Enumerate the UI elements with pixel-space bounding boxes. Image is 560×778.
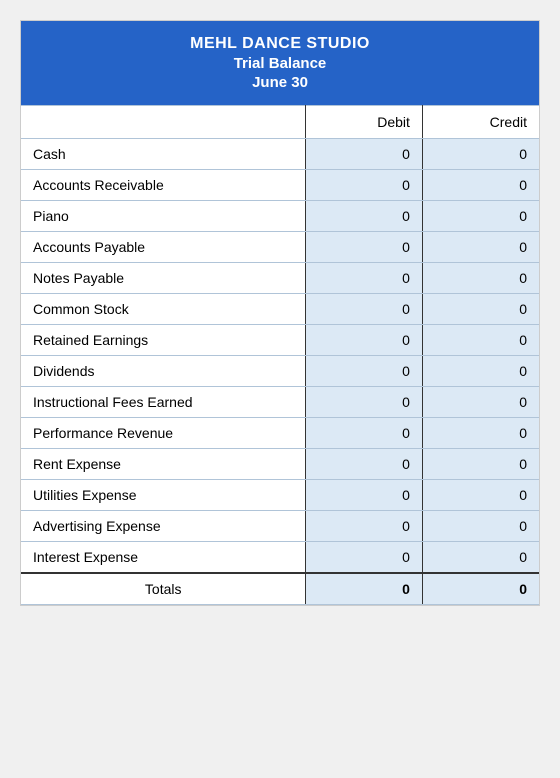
debit-value: 0: [306, 170, 423, 201]
credit-value: 0: [422, 356, 539, 387]
table-row: Retained Earnings00: [21, 325, 539, 356]
totals-row: Totals00: [21, 573, 539, 605]
debit-column-header: Debit: [306, 106, 423, 139]
credit-value: 0: [422, 542, 539, 574]
table-row: Rent Expense00: [21, 449, 539, 480]
credit-value: 0: [422, 139, 539, 170]
account-name: Accounts Payable: [21, 232, 306, 263]
table-row: Utilities Expense00: [21, 480, 539, 511]
table-row: Notes Payable00: [21, 263, 539, 294]
debit-value: 0: [306, 325, 423, 356]
table-row: Performance Revenue00: [21, 418, 539, 449]
credit-value: 0: [422, 418, 539, 449]
debit-value: 0: [306, 418, 423, 449]
totals-label: Totals: [21, 573, 306, 605]
column-headers: Debit Credit: [21, 106, 539, 139]
debit-value: 0: [306, 356, 423, 387]
account-name: Notes Payable: [21, 263, 306, 294]
debit-value: 0: [306, 511, 423, 542]
account-name: Advertising Expense: [21, 511, 306, 542]
table-row: Common Stock00: [21, 294, 539, 325]
credit-value: 0: [422, 325, 539, 356]
debit-value: 0: [306, 387, 423, 418]
account-name: Utilities Expense: [21, 480, 306, 511]
credit-column-header: Credit: [422, 106, 539, 139]
debit-value: 0: [306, 542, 423, 574]
debit-value: 0: [306, 232, 423, 263]
account-name: Cash: [21, 139, 306, 170]
debit-value: 0: [306, 294, 423, 325]
company-name: MEHL DANCE STUDIO: [31, 35, 529, 53]
credit-value: 0: [422, 294, 539, 325]
account-name: Performance Revenue: [21, 418, 306, 449]
account-name: Rent Expense: [21, 449, 306, 480]
table-row: Accounts Receivable00: [21, 170, 539, 201]
debit-value: 0: [306, 201, 423, 232]
totals-debit: 0: [306, 573, 423, 605]
table-row: Instructional Fees Earned00: [21, 387, 539, 418]
report-header: MEHL DANCE STUDIO Trial Balance June 30: [21, 21, 539, 105]
account-name: Retained Earnings: [21, 325, 306, 356]
table-row: Piano00: [21, 201, 539, 232]
account-name: Dividends: [21, 356, 306, 387]
report-date: June 30: [31, 74, 529, 91]
credit-value: 0: [422, 449, 539, 480]
credit-value: 0: [422, 201, 539, 232]
table-row: Accounts Payable00: [21, 232, 539, 263]
debit-value: 0: [306, 449, 423, 480]
account-name: Interest Expense: [21, 542, 306, 574]
debit-value: 0: [306, 139, 423, 170]
credit-value: 0: [422, 170, 539, 201]
credit-value: 0: [422, 232, 539, 263]
credit-value: 0: [422, 263, 539, 294]
trial-balance-table: Debit Credit Cash00Accounts Receivable00…: [21, 105, 539, 605]
table-row: Advertising Expense00: [21, 511, 539, 542]
account-name: Accounts Receivable: [21, 170, 306, 201]
credit-value: 0: [422, 511, 539, 542]
report-type: Trial Balance: [31, 55, 529, 72]
account-column-header: [21, 106, 306, 139]
totals-credit: 0: [422, 573, 539, 605]
credit-value: 0: [422, 480, 539, 511]
trial-balance-container: MEHL DANCE STUDIO Trial Balance June 30 …: [20, 20, 540, 606]
credit-value: 0: [422, 387, 539, 418]
table-row: Cash00: [21, 139, 539, 170]
debit-value: 0: [306, 263, 423, 294]
debit-value: 0: [306, 480, 423, 511]
account-name: Piano: [21, 201, 306, 232]
table-row: Dividends00: [21, 356, 539, 387]
table-row: Interest Expense00: [21, 542, 539, 574]
account-name: Common Stock: [21, 294, 306, 325]
account-name: Instructional Fees Earned: [21, 387, 306, 418]
